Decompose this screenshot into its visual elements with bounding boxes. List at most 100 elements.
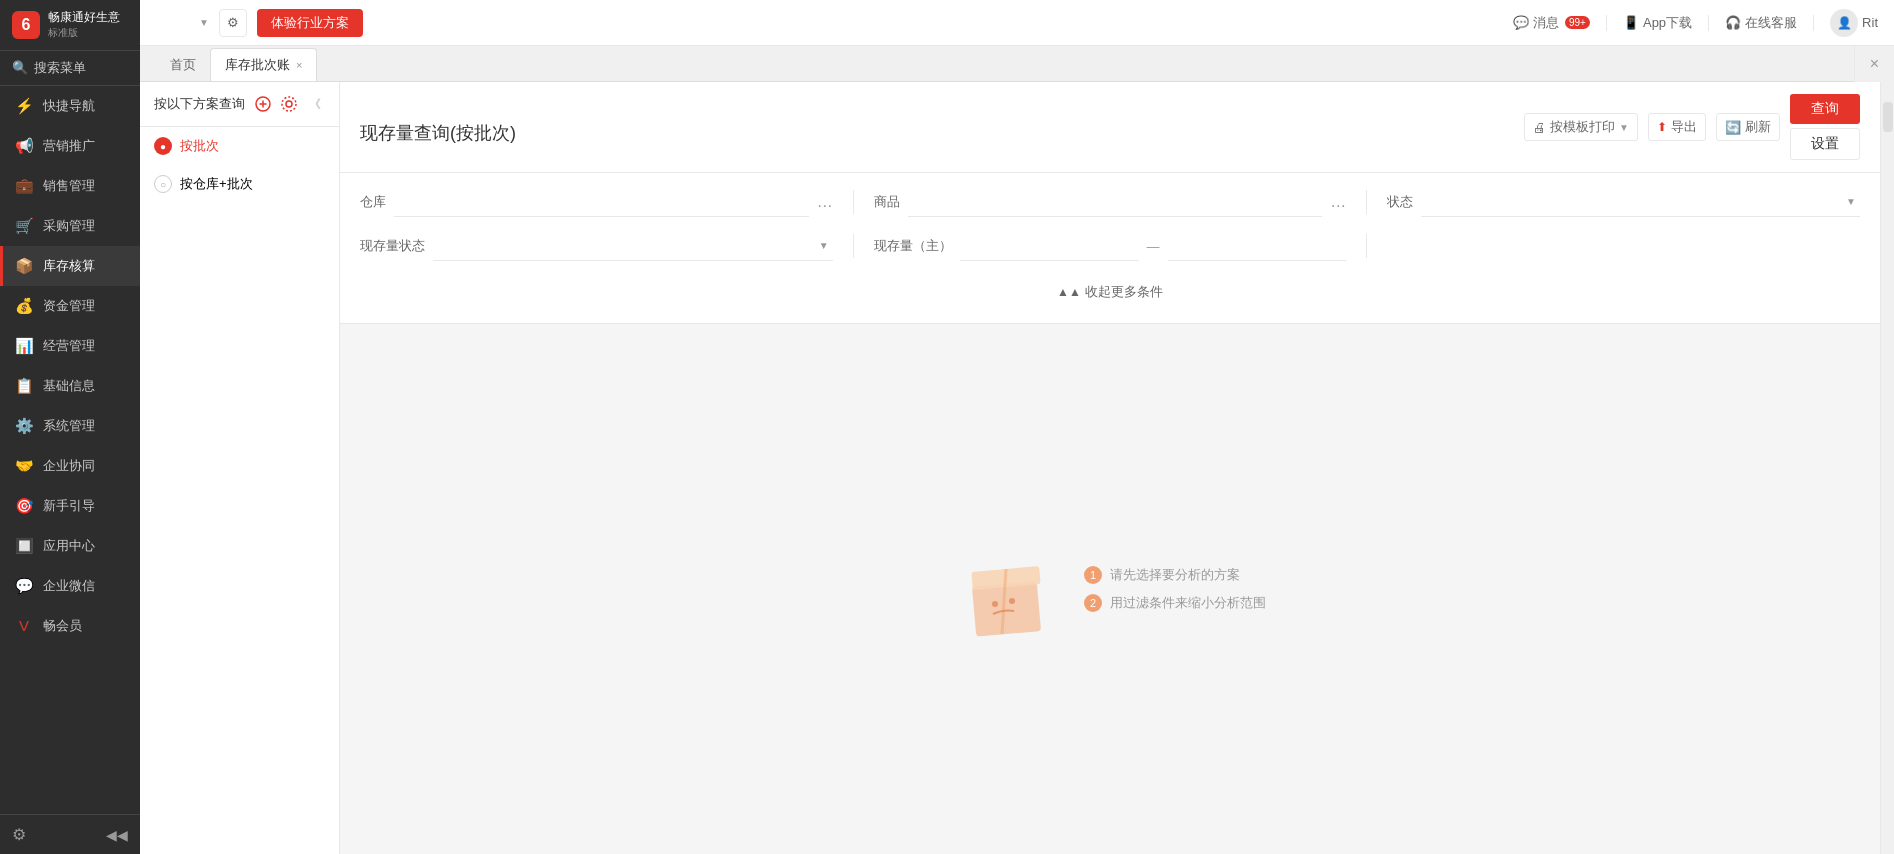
breadcrumb-text: [156, 14, 195, 32]
tab-home[interactable]: 首页: [156, 49, 210, 81]
warehouse-dots-btn[interactable]: …: [817, 193, 833, 211]
print-btn[interactable]: 🖨 按模板打印 ▼: [1524, 113, 1638, 141]
app-download-btn[interactable]: 📱 App下载: [1623, 14, 1692, 32]
wechat-icon: 💬: [15, 577, 33, 595]
user-avatar-btn[interactable]: 👤 Rit: [1830, 9, 1878, 37]
sidebar-item-member[interactable]: V 畅会员: [0, 606, 140, 646]
user-name: Rit: [1862, 15, 1878, 30]
collapse-more-label: 收起更多条件: [1085, 283, 1163, 301]
tab-label: 库存批次账: [225, 56, 290, 74]
goods-filter: 商品 …: [874, 187, 1347, 217]
sidebar-item-collab[interactable]: 🤝 企业协同: [0, 446, 140, 486]
sidebar-item-label: 新手引导: [43, 497, 95, 515]
online-service-btn[interactable]: 🎧 在线客服: [1725, 14, 1797, 32]
export-btn[interactable]: ⬆ 导出: [1648, 113, 1706, 141]
refresh-label: 刷新: [1745, 118, 1771, 136]
goods-input[interactable]: [908, 187, 1323, 217]
sidebar-item-label: 基础信息: [43, 377, 95, 395]
close-icon: ×: [1870, 55, 1879, 73]
svg-point-4: [282, 97, 296, 111]
sidebar-item-basic[interactable]: 📋 基础信息: [0, 366, 140, 406]
tab-close-btn[interactable]: ×: [296, 60, 302, 71]
guide-icon: 🎯: [15, 497, 33, 515]
filter-area: 仓库 … 商品 … 状态: [340, 173, 1880, 324]
sidebar-item-operation[interactable]: 📊 经营管理: [0, 326, 140, 366]
scroll-thumb[interactable]: [1883, 102, 1893, 132]
warehouse-label: 仓库: [360, 193, 386, 211]
sidebar-item-apps[interactable]: 🔲 应用中心: [0, 526, 140, 566]
qty-to-input[interactable]: [1168, 231, 1347, 261]
hint-num-1: 1: [1084, 566, 1102, 584]
query-btn[interactable]: 查询: [1790, 94, 1860, 124]
sidebar-item-wechat[interactable]: 💬 企业微信: [0, 566, 140, 606]
separator2: [1708, 15, 1709, 31]
quick-nav-icon: ⚡: [15, 97, 33, 115]
collapse-icon: 《: [309, 96, 321, 113]
message-btn[interactable]: 💬 消息 99+: [1513, 14, 1590, 32]
active-scheme-icon: ●: [154, 137, 172, 155]
left-panel-collapse-btn[interactable]: 《: [305, 94, 325, 114]
sidebar: 6 畅康通好生意 标准版 🔍 搜索菜单 ⚡ 快捷导航 📢 营销推广 💼 销售管理…: [0, 0, 140, 854]
collab-icon: 🤝: [15, 457, 33, 475]
sidebar-collapse-btn[interactable]: ◀◀: [106, 827, 128, 843]
tab-inventory-batch[interactable]: 库存批次账 ×: [210, 48, 317, 81]
sidebar-item-system[interactable]: ⚙️ 系统管理: [0, 406, 140, 446]
chevron-down-icon2: ▼: [819, 240, 829, 251]
refresh-btn[interactable]: 🔄 刷新: [1716, 113, 1780, 141]
main-area: ▼ ⚙ 体验行业方案 💬 消息 99+ 📱 App下载 🎧 在线客服: [140, 0, 1894, 854]
inventory-qty-range: —: [960, 231, 1347, 261]
warehouse-filter: 仓库 …: [360, 187, 833, 217]
topbar-settings-btn[interactable]: ⚙: [219, 9, 247, 37]
goods-label: 商品: [874, 193, 900, 211]
headset-icon: 🎧: [1725, 15, 1741, 30]
empty-hints: 1 请先选择要分析的方案 2 用过滤条件来缩小分析范围: [1084, 566, 1266, 612]
add-scheme-btn[interactable]: [253, 94, 273, 114]
filter-divider-2: [1366, 190, 1367, 214]
collapse-up-icon: ▲▲: [1057, 285, 1081, 299]
topbar-breadcrumb[interactable]: ▼: [156, 14, 209, 32]
sidebar-item-sales[interactable]: 💼 销售管理: [0, 166, 140, 206]
settings-footer-btn[interactable]: ⚙: [12, 825, 26, 844]
sidebar-item-inventory[interactable]: 📦 库存核算: [0, 246, 140, 286]
inventory-icon: 📦: [15, 257, 33, 275]
finance-icon: 💰: [15, 297, 33, 315]
collapse-more-btn[interactable]: ▲▲ 收起更多条件: [360, 275, 1860, 309]
svg-point-9: [1009, 598, 1015, 604]
sidebar-item-label: 营销推广: [43, 137, 95, 155]
sidebar-nav: ⚡ 快捷导航 📢 营销推广 💼 销售管理 🛒 采购管理 📦 库存核算 💰 资金管…: [0, 86, 140, 814]
print-label: 按模板打印: [1550, 118, 1615, 136]
sidebar-footer: ⚙ ◀◀: [0, 814, 140, 854]
user-avatar: 👤: [1830, 9, 1858, 37]
status-select[interactable]: ▼: [1421, 187, 1860, 217]
warehouse-input[interactable]: [394, 187, 809, 217]
sidebar-item-quick-nav[interactable]: ⚡ 快捷导航: [0, 86, 140, 126]
search-icon: 🔍: [12, 60, 28, 75]
sidebar-item-finance[interactable]: 💰 资金管理: [0, 286, 140, 326]
inventory-status-select[interactable]: ▼: [433, 231, 833, 261]
home-tab-label: 首页: [170, 57, 196, 72]
message-badge: 99+: [1565, 16, 1590, 29]
search-menu-item[interactable]: 🔍 搜索菜单: [0, 51, 140, 86]
empty-hint-1: 1 请先选择要分析的方案: [1084, 566, 1266, 584]
goods-dots-btn[interactable]: …: [1330, 193, 1346, 211]
sidebar-item-label: 应用中心: [43, 537, 95, 555]
trial-btn[interactable]: 体验行业方案: [257, 9, 363, 37]
chevron-down-icon: ▼: [1846, 196, 1856, 207]
qty-from-input[interactable]: [960, 231, 1139, 261]
sidebar-item-guide[interactable]: 🎯 新手引导: [0, 486, 140, 526]
topbar-right: 💬 消息 99+ 📱 App下载 🎧 在线客服 👤 Rit: [1513, 9, 1878, 37]
sidebar-item-purchase[interactable]: 🛒 采购管理: [0, 206, 140, 246]
sidebar-item-label: 采购管理: [43, 217, 95, 235]
svg-point-3: [286, 101, 292, 107]
inactive-scheme-icon: ○: [154, 175, 172, 193]
hint-num-2: 2: [1084, 594, 1102, 612]
page-header: 现存量查询(按批次) 🖨 按模板打印 ▼ ⬆ 导出 🔄 刷新: [340, 82, 1880, 173]
sidebar-item-marketing[interactable]: 📢 营销推广: [0, 126, 140, 166]
scheme-settings-btn[interactable]: [279, 94, 299, 114]
tab-panel-close-btn[interactable]: ×: [1854, 46, 1894, 82]
settings-btn[interactable]: 设置: [1790, 128, 1860, 160]
chevron-down-icon: ▼: [199, 17, 209, 28]
scheme-label: 按批次: [180, 137, 219, 155]
scheme-item-by-warehouse-batch[interactable]: ○ 按仓库+批次: [140, 165, 339, 203]
scheme-item-by-batch[interactable]: ● 按批次: [140, 127, 339, 165]
